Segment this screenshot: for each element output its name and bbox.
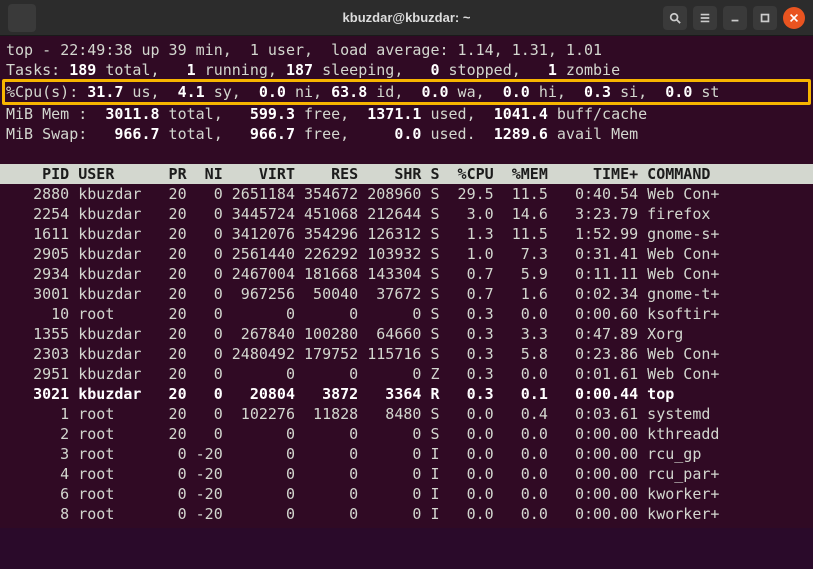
close-button[interactable] (783, 7, 805, 29)
plus-icon (8, 4, 36, 32)
minimize-icon (729, 12, 741, 24)
close-icon (788, 12, 800, 24)
terminal-output[interactable]: top - 22:49:38 up 39 min, 1 user, load a… (0, 36, 813, 528)
minimize-button[interactable] (723, 6, 747, 30)
window-titlebar: kbuzdar@kbuzdar: ~ (0, 0, 813, 36)
process-row: 2 root 20 0 0 0 0 S 0.0 0.0 0:00.00 kthr… (6, 424, 807, 444)
cpu-line-highlighted: %Cpu(s): 31.7 us, 4.1 sy, 0.0 ni, 63.8 i… (2, 79, 811, 105)
process-row: 2951 kbuzdar 20 0 0 0 0 Z 0.3 0.0 0:01.6… (6, 364, 807, 384)
maximize-button[interactable] (753, 6, 777, 30)
process-row: 2303 kbuzdar 20 0 2480492 179752 115716 … (6, 344, 807, 364)
process-row: 1611 kbuzdar 20 0 3412076 354296 126312 … (6, 224, 807, 244)
search-icon (669, 12, 681, 24)
uptime-line: top - 22:49:38 up 39 min, 1 user, load a… (6, 40, 807, 60)
process-row: 8 root 0 -20 0 0 0 I 0.0 0.0 0:00.00 kwo… (6, 504, 807, 524)
process-row: 3 root 0 -20 0 0 0 I 0.0 0.0 0:00.00 rcu… (6, 444, 807, 464)
process-row: 1355 kbuzdar 20 0 267840 100280 64660 S … (6, 324, 807, 344)
process-row: 4 root 0 -20 0 0 0 I 0.0 0.0 0:00.00 rcu… (6, 464, 807, 484)
new-tab-button[interactable] (8, 4, 36, 32)
process-row: 3021 kbuzdar 20 0 20804 3872 3364 R 0.3 … (6, 384, 807, 404)
tasks-line: Tasks: 189 total, 1 running, 187 sleepin… (6, 60, 807, 80)
process-row: 3001 kbuzdar 20 0 967256 50040 37672 S 0… (6, 284, 807, 304)
process-row: 2905 kbuzdar 20 0 2561440 226292 103932 … (6, 244, 807, 264)
process-row: 2254 kbuzdar 20 0 3445724 451068 212644 … (6, 204, 807, 224)
process-row: 10 root 20 0 0 0 0 S 0.3 0.0 0:00.60 kso… (6, 304, 807, 324)
process-row: 2934 kbuzdar 20 0 2467004 181668 143304 … (6, 264, 807, 284)
mem-line: MiB Mem : 3011.8 total, 599.3 free, 1371… (6, 104, 807, 124)
process-row: 1 root 20 0 102276 11828 8480 S 0.0 0.4 … (6, 404, 807, 424)
window-title: kbuzdar@kbuzdar: ~ (208, 10, 605, 25)
swap-line: MiB Swap: 966.7 total, 966.7 free, 0.0 u… (6, 124, 807, 144)
hamburger-icon (699, 12, 711, 24)
menu-button[interactable] (693, 6, 717, 30)
process-row: 6 root 0 -20 0 0 0 I 0.0 0.0 0:00.00 kwo… (6, 484, 807, 504)
process-header: PID USER PR NI VIRT RES SHR S %CPU %MEM … (0, 164, 813, 184)
process-row: 2880 kbuzdar 20 0 2651184 354672 208960 … (6, 184, 807, 204)
blank-line (6, 144, 807, 164)
process-table: 2880 kbuzdar 20 0 2651184 354672 208960 … (6, 184, 807, 524)
maximize-icon (759, 12, 771, 24)
search-button[interactable] (663, 6, 687, 30)
